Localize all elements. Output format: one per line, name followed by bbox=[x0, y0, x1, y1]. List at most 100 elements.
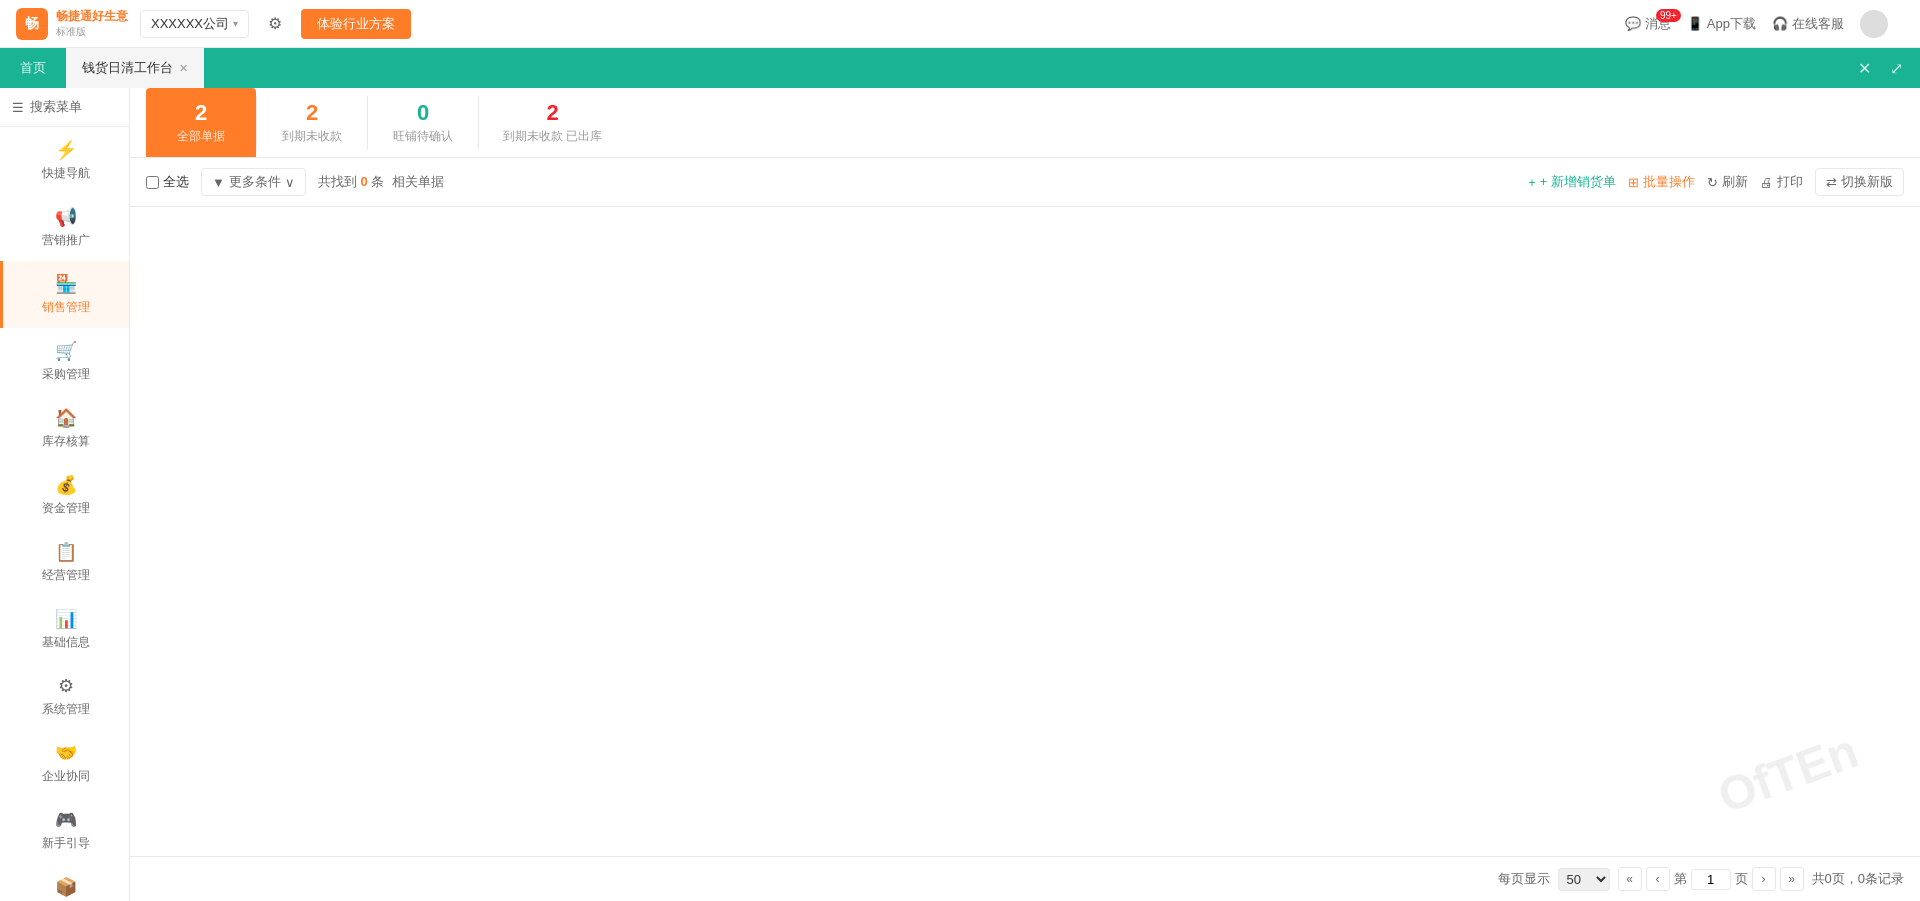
sidebar-item-label: 新手引导 bbox=[42, 835, 90, 852]
batch-icon: ⊞ bbox=[1628, 175, 1639, 190]
phone-icon: 📱 bbox=[1687, 16, 1703, 31]
pagination: 每页显示 50 10 20 100 « ‹ 第 页 › » 共0页，0条记录 bbox=[130, 856, 1920, 901]
stat-tab-wangpu[interactable]: 0 旺铺待确认 bbox=[368, 88, 478, 157]
tab-work-bench[interactable]: 钱货日清工作台 ✕ bbox=[66, 48, 204, 88]
header-left: 畅 畅捷通好生意 标准版 XXXXXX公司 ▾ ⚙ 体验行业方案 bbox=[16, 8, 411, 40]
last-page-button[interactable]: » bbox=[1780, 867, 1804, 891]
quick-nav-icon: ⚡ bbox=[55, 139, 77, 161]
tab-bar-actions: ✕ ⤢ bbox=[1852, 56, 1920, 80]
tab-label: 钱货日清工作台 bbox=[82, 59, 173, 77]
tab-home[interactable]: 首页 bbox=[0, 48, 66, 88]
tab-close-button[interactable]: ✕ bbox=[1852, 56, 1876, 80]
sidebar: ☰ 搜索菜单 ⚡ 快捷导航 📢 营销推广 🏪 销售管理 🛒 采购管理 🏠 库存核… bbox=[0, 88, 130, 901]
sidebar-item-basic-info[interactable]: 📊 基础信息 bbox=[0, 596, 129, 663]
logo-icon: 畅 bbox=[16, 8, 48, 40]
toolbar: 全选 ▼ 更多条件 ∨ 共找到 0 条 相关单据 + + 新增销货单 ⊞ bbox=[130, 158, 1920, 207]
sidebar-item-quick-nav[interactable]: ⚡ 快捷导航 bbox=[0, 127, 129, 194]
page-label: 第 bbox=[1674, 870, 1687, 888]
sidebar-item-label: 系统管理 bbox=[42, 701, 90, 718]
print-button[interactable]: 🖨 打印 bbox=[1760, 173, 1803, 191]
industry-button[interactable]: 体验行业方案 bbox=[301, 9, 411, 39]
toolbar-right: + + 新增销货单 ⊞ 批量操作 ↻ 刷新 🖨 打印 ⇄ 切换新版 bbox=[1528, 168, 1904, 196]
marketing-icon: 📢 bbox=[55, 206, 77, 228]
sidebar-item-label: 企业协同 bbox=[42, 768, 90, 785]
add-sales-order-button[interactable]: + + 新增销货单 bbox=[1528, 173, 1616, 191]
stat-label-all: 全部单据 bbox=[177, 128, 225, 145]
company-name: XXXXXX公司 bbox=[151, 15, 229, 33]
add-btn-label: + 新增销货单 bbox=[1540, 173, 1616, 191]
print-label: 打印 bbox=[1777, 173, 1803, 191]
related-link[interactable]: 相关单据 bbox=[392, 174, 444, 189]
stat-label-overdue: 到期未收款 bbox=[282, 128, 342, 145]
headset-icon: 🎧 bbox=[1772, 16, 1788, 31]
stat-tab-shipped[interactable]: 2 到期未收款 已出库 bbox=[479, 88, 626, 157]
sidebar-item-funds[interactable]: 💰 资金管理 bbox=[0, 462, 129, 529]
basic-info-icon: 📊 bbox=[55, 608, 77, 630]
sidebar-item-system[interactable]: ⚙ 系统管理 bbox=[0, 663, 129, 730]
filter-button[interactable]: ▼ 更多条件 ∨ bbox=[201, 168, 306, 196]
prev-page-button[interactable]: ‹ bbox=[1646, 867, 1670, 891]
sidebar-item-label: 采购管理 bbox=[42, 366, 90, 383]
app-download-label: App下载 bbox=[1707, 15, 1756, 33]
company-selector[interactable]: XXXXXX公司 ▾ bbox=[140, 10, 249, 38]
sidebar-item-operations[interactable]: 📋 经营管理 bbox=[0, 529, 129, 596]
stat-label-wangpu: 旺铺待确认 bbox=[393, 128, 453, 145]
system-icon: ⚙ bbox=[58, 675, 74, 697]
sidebar-item-newbie[interactable]: 🎮 新手引导 bbox=[0, 797, 129, 864]
refresh-icon: ↻ bbox=[1707, 175, 1718, 190]
sidebar-item-sales[interactable]: 🏪 销售管理 bbox=[0, 261, 129, 328]
select-all-input[interactable] bbox=[146, 176, 159, 189]
sidebar-item-inventory[interactable]: 🏠 库存核算 bbox=[0, 395, 129, 462]
stat-tab-overdue[interactable]: 2 到期未收款 bbox=[257, 88, 367, 157]
stats-tabs: 2 全部单据 2 到期未收款 0 旺铺待确认 2 到期未收款 已出库 bbox=[130, 88, 1920, 158]
search-menu-button[interactable]: ☰ 搜索菜单 bbox=[0, 88, 129, 127]
user-avatar[interactable] bbox=[1860, 10, 1888, 38]
per-page-label: 每页显示 bbox=[1498, 870, 1550, 888]
sidebar-item-purchase[interactable]: 🛒 采购管理 bbox=[0, 328, 129, 395]
newbie-icon: 🎮 bbox=[55, 809, 77, 831]
filter-label: 更多条件 bbox=[229, 173, 281, 191]
found-text: 共找到 0 条 相关单据 bbox=[318, 173, 444, 191]
top-header: 畅 畅捷通好生意 标准版 XXXXXX公司 ▾ ⚙ 体验行业方案 💬 消息 99… bbox=[0, 0, 1920, 48]
sidebar-item-enterprise[interactable]: 🤝 企业协同 bbox=[0, 730, 129, 797]
sidebar-item-app-center[interactable]: 📦 应用中心 bbox=[0, 864, 129, 901]
main-layout: ☰ 搜索菜单 ⚡ 快捷导航 📢 营销推广 🏪 销售管理 🛒 采购管理 🏠 库存核… bbox=[0, 88, 1920, 901]
sidebar-item-label: 销售管理 bbox=[42, 299, 90, 316]
print-icon: 🖨 bbox=[1760, 175, 1773, 190]
select-all-checkbox[interactable]: 全选 bbox=[146, 173, 189, 191]
message-button[interactable]: 💬 消息 99+ bbox=[1625, 15, 1671, 33]
enterprise-icon: 🤝 bbox=[55, 742, 77, 764]
app-download-button[interactable]: 📱 App下载 bbox=[1687, 15, 1756, 33]
stat-label-shipped: 到期未收款 已出库 bbox=[503, 128, 602, 145]
found-count: 0 bbox=[361, 174, 368, 189]
stat-num-wangpu: 0 bbox=[417, 100, 429, 126]
page-input[interactable] bbox=[1691, 869, 1731, 890]
content-area: 2 全部单据 2 到期未收款 0 旺铺待确认 2 到期未收款 已出库 bbox=[130, 88, 1920, 901]
stat-tab-all[interactable]: 2 全部单据 bbox=[146, 88, 256, 157]
next-page-button[interactable]: › bbox=[1752, 867, 1776, 891]
batch-label: 批量操作 bbox=[1643, 173, 1695, 191]
chevron-down-icon: ▾ bbox=[233, 18, 238, 29]
sales-icon: 🏪 bbox=[55, 273, 77, 295]
stat-num-overdue: 2 bbox=[306, 100, 318, 126]
sidebar-item-marketing[interactable]: 📢 营销推广 bbox=[0, 194, 129, 261]
sidebar-item-label: 快捷导航 bbox=[42, 165, 90, 182]
switch-version-button[interactable]: ⇄ 切换新版 bbox=[1815, 168, 1904, 196]
purchase-icon: 🛒 bbox=[55, 340, 77, 362]
online-service-button[interactable]: 🎧 在线客服 bbox=[1772, 15, 1844, 33]
logo-text: 畅捷通好生意 标准版 bbox=[56, 8, 128, 39]
refresh-button[interactable]: ↻ 刷新 bbox=[1707, 173, 1748, 191]
sidebar-item-label: 库存核算 bbox=[42, 433, 90, 450]
header-right: 💬 消息 99+ 📱 App下载 🎧 在线客服 bbox=[1625, 10, 1904, 38]
per-page-select[interactable]: 50 10 20 100 bbox=[1558, 868, 1610, 891]
settings-button[interactable]: ⚙ bbox=[261, 10, 289, 38]
online-service-label: 在线客服 bbox=[1792, 15, 1844, 33]
sidebar-item-label: 营销推广 bbox=[42, 232, 90, 249]
tab-expand-button[interactable]: ⤢ bbox=[1884, 56, 1908, 80]
funds-icon: 💰 bbox=[55, 474, 77, 496]
refresh-label: 刷新 bbox=[1722, 173, 1748, 191]
tab-close-icon[interactable]: ✕ bbox=[179, 62, 188, 75]
first-page-button[interactable]: « bbox=[1618, 867, 1642, 891]
switch-icon: ⇄ bbox=[1826, 175, 1837, 190]
batch-operation-button[interactable]: ⊞ 批量操作 bbox=[1628, 173, 1695, 191]
